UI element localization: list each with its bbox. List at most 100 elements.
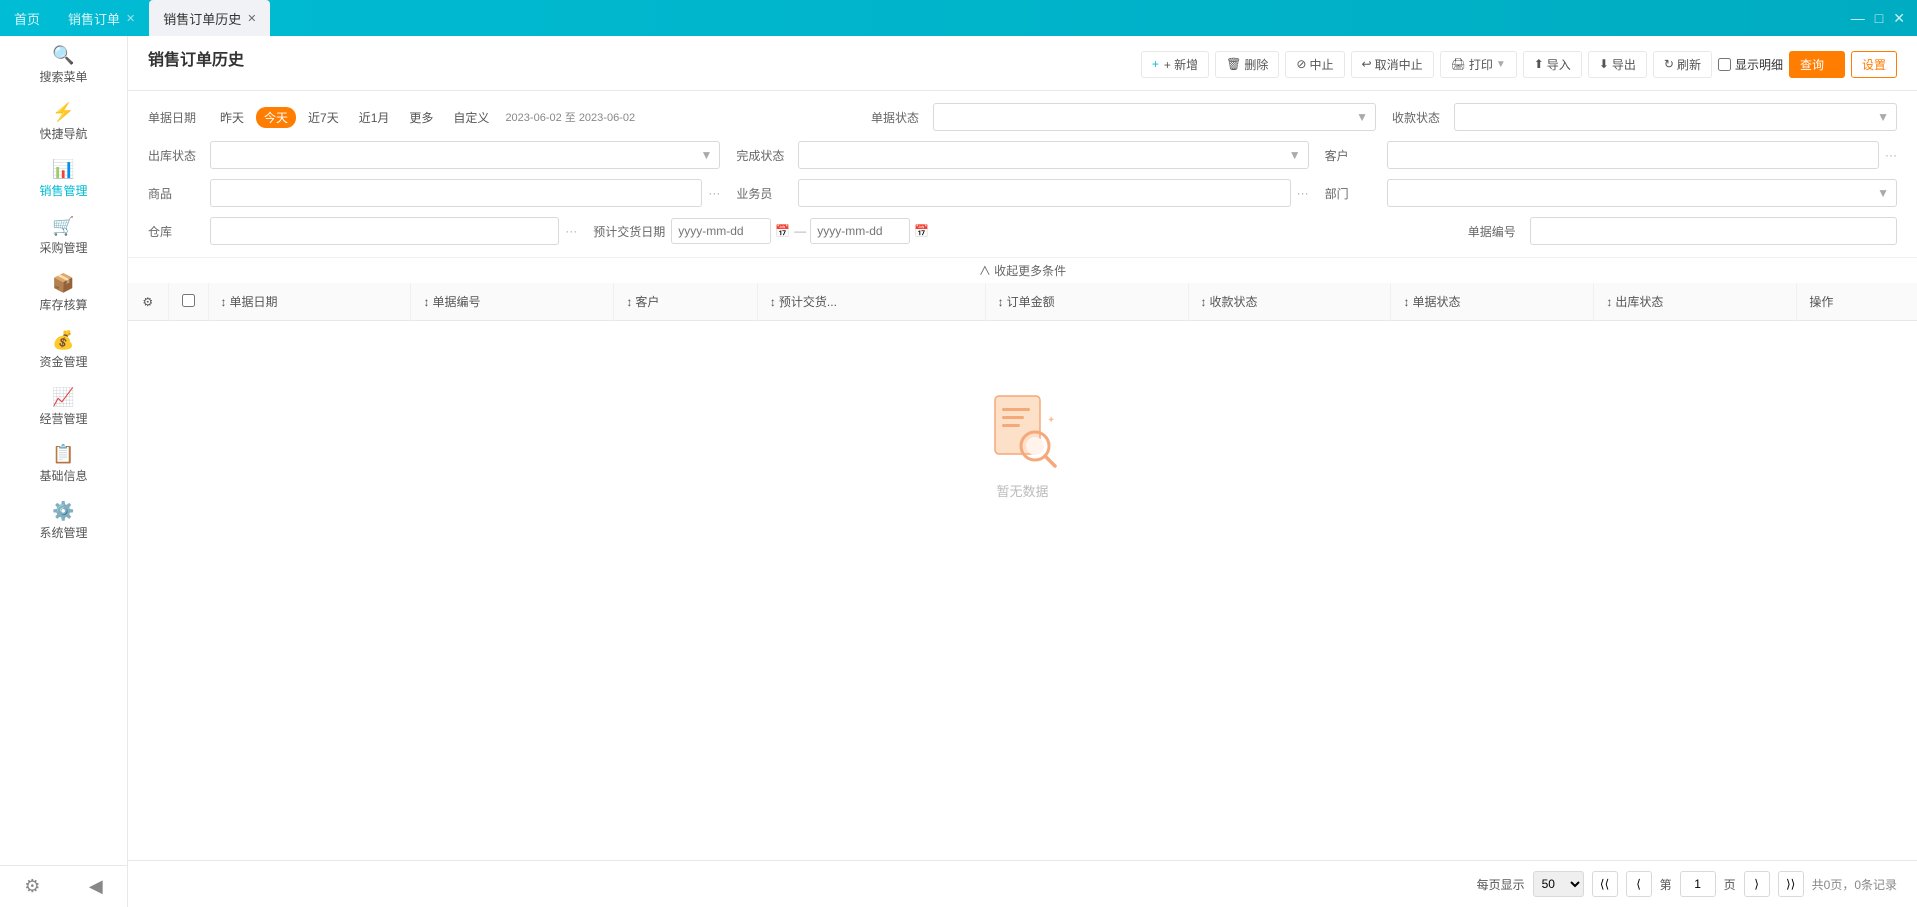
sidebar-item-base-info[interactable]: 📋 基础信息 <box>0 435 127 492</box>
salesperson-input[interactable] <box>798 179 1290 207</box>
th-order-amount[interactable]: ↕ 订单金额 <box>985 283 1188 321</box>
product-dots[interactable]: ··· <box>708 186 720 200</box>
maximize-icon[interactable]: □ <box>1875 10 1883 26</box>
th-bill-date[interactable]: ↕ 单据日期 <box>208 283 411 321</box>
first-page-button[interactable]: ⟨⟨ <box>1592 871 1618 897</box>
display-detail-checkbox[interactable] <box>1718 58 1731 71</box>
sidebar-item-operation[interactable]: 📈 经营管理 <box>0 378 127 435</box>
date-btn-yesterday[interactable]: 昨天 <box>212 107 252 128</box>
refresh-button[interactable]: ↻ 刷新 <box>1653 51 1712 78</box>
delivery-status-input[interactable] <box>210 141 720 169</box>
stop-button[interactable]: ⊘ 中止 <box>1285 51 1344 78</box>
filter-product: 商品 ··· <box>148 179 720 207</box>
th-settings[interactable]: ⚙ <box>128 283 168 321</box>
sidebar-item-system[interactable]: ⚙️ 系统管理 <box>0 492 127 549</box>
sidebar-item-quick-nav[interactable]: ⚡ 快捷导航 <box>0 93 127 150</box>
minimize-icon[interactable]: — <box>1851 10 1865 26</box>
date-btn-7days[interactable]: 近7天 <box>300 107 347 128</box>
date-btn-1month[interactable]: 近1月 <box>351 107 398 128</box>
th-customer[interactable]: ↕ 客户 <box>614 283 758 321</box>
customer-label: 客户 <box>1325 147 1381 164</box>
date-btn-more[interactable]: 更多 <box>401 107 441 128</box>
close-tab-sales-history[interactable]: ✕ <box>247 12 256 25</box>
refresh-icon: ↻ <box>1664 57 1674 71</box>
tab-home[interactable]: 首页 <box>0 0 54 36</box>
collapse-icon: ∧ <box>979 264 991 278</box>
empty-row: ✦ 暂无数据 <box>128 321 1917 561</box>
sidebar-label-inventory: 库存核算 <box>39 296 87 313</box>
new-button[interactable]: + + 新增 <box>1141 51 1209 78</box>
warehouse-dots[interactable]: ··· <box>565 224 577 238</box>
quick-nav-icon: ⚡ <box>52 103 74 121</box>
filter-customer: 客户 ··· <box>1325 141 1897 169</box>
th-checkbox[interactable] <box>168 283 208 321</box>
sidebar-label-purchase: 采购管理 <box>39 239 87 256</box>
import-button[interactable]: ⬆ 导入 <box>1523 51 1582 78</box>
sidebar-item-purchase[interactable]: 🛒 采购管理 <box>0 207 127 264</box>
receipt-status-input[interactable] <box>1454 103 1897 131</box>
department-input[interactable] <box>1387 179 1897 207</box>
tab-sales-order[interactable]: 销售订单 ✕ <box>54 0 149 36</box>
cancel-stop-button[interactable]: ↩ 取消中止 <box>1351 51 1434 78</box>
customer-input[interactable] <box>1387 141 1879 169</box>
date-btn-custom[interactable]: 自定义 <box>445 107 497 128</box>
prev-page-button[interactable]: ⟨ <box>1626 871 1652 897</box>
th-bill-no[interactable]: ↕ 单据编号 <box>411 283 614 321</box>
page-number-input[interactable] <box>1680 871 1716 897</box>
complete-status-input[interactable] <box>798 141 1308 169</box>
warehouse-input[interactable] <box>210 217 559 245</box>
th-delivery-status[interactable]: ↕ 出库状态 <box>1594 283 1797 321</box>
expected-date-label: 预计交货日期 <box>593 223 665 240</box>
bill-status-input[interactable] <box>933 103 1376 131</box>
query-button[interactable]: 查询 <box>1789 51 1845 78</box>
th-expected-date[interactable]: ↕ 预计交货... <box>757 283 985 321</box>
bill-no-input[interactable] <box>1530 217 1897 245</box>
filter-row-4: 仓库 ··· 预计交货日期 📅 — 📅 单据编号 <box>148 217 1897 245</box>
sidebar-item-sales[interactable]: 📊 销售管理 <box>0 150 127 207</box>
print-button[interactable]: 🖨 打印 ▼ <box>1440 51 1517 78</box>
svg-text:✦: ✦ <box>1047 415 1055 426</box>
cal-from-icon[interactable]: 📅 <box>775 224 790 238</box>
delivery-status-label: 出库状态 <box>148 147 204 164</box>
pagination: 每页显示 50 10 20 100 ⟨⟨ ⟨ 第 页 ⟩ ⟩⟩ 共0页，0条记录 <box>128 860 1917 907</box>
display-detail-label[interactable]: 显示明细 <box>1718 56 1783 73</box>
plus-icon: + <box>1152 57 1159 71</box>
purchase-icon: 🛒 <box>52 217 74 235</box>
settings-button[interactable]: 设置 <box>1851 51 1897 78</box>
sidebar-label-finance: 资金管理 <box>39 353 87 370</box>
collapse-bar[interactable]: ∧ 收起更多条件 <box>128 257 1917 283</box>
sidebar-item-finance[interactable]: 💰 资金管理 <box>0 321 127 378</box>
export-button[interactable]: ⬇ 导出 <box>1588 51 1647 78</box>
delete-button[interactable]: 🗑 删除 <box>1215 51 1279 78</box>
export-icon: ⬇ <box>1599 57 1609 71</box>
collapse-sidebar-icon[interactable]: ◀ <box>89 876 103 897</box>
date-btn-today[interactable]: 今天 <box>256 107 296 128</box>
tab-sales-history[interactable]: 销售订单历史 ✕ <box>149 0 270 36</box>
product-input[interactable] <box>210 179 702 207</box>
th-operation: 操作 <box>1797 283 1917 321</box>
warehouse-label: 仓库 <box>148 223 204 240</box>
sidebar: 🔍 搜索菜单 ⚡ 快捷导航 📊 销售管理 🛒 采购管理 📦 库存核算 💰 资金管… <box>0 36 128 907</box>
customer-dots[interactable]: ··· <box>1885 148 1897 162</box>
filter-section: 单据日期 昨天 今天 近7天 近1月 更多 自定义 2023-06-02 至 2… <box>128 91 1917 257</box>
date-from-input[interactable] <box>671 218 771 244</box>
sales-icon: 📊 <box>52 160 74 178</box>
th-bill-status[interactable]: ↕ 单据状态 <box>1391 283 1594 321</box>
cal-to-icon[interactable]: 📅 <box>914 224 929 238</box>
next-page-button[interactable]: ⟩ <box>1744 871 1770 897</box>
close-tab-sales-order[interactable]: ✕ <box>126 12 135 25</box>
page-go-label: 第 <box>1660 876 1672 893</box>
sidebar-item-inventory[interactable]: 📦 库存核算 <box>0 264 127 321</box>
date-range-display: 2023-06-02 至 2023-06-02 <box>505 109 635 125</box>
th-receipt-status[interactable]: ↕ 收款状态 <box>1188 283 1391 321</box>
page-size-select[interactable]: 50 10 20 100 <box>1533 871 1584 897</box>
settings-bottom-icon[interactable]: ⚙ <box>24 876 40 897</box>
close-icon[interactable]: ✕ <box>1893 10 1905 27</box>
sidebar-label-search-menu: 搜索菜单 <box>39 68 87 85</box>
sidebar-item-search-menu[interactable]: 🔍 搜索菜单 <box>0 36 127 93</box>
salesperson-dots[interactable]: ··· <box>1297 186 1309 200</box>
last-page-button[interactable]: ⟩⟩ <box>1778 871 1804 897</box>
date-to-input[interactable] <box>810 218 910 244</box>
receipt-status-label: 收款状态 <box>1392 109 1448 126</box>
select-all-checkbox[interactable] <box>182 294 195 307</box>
